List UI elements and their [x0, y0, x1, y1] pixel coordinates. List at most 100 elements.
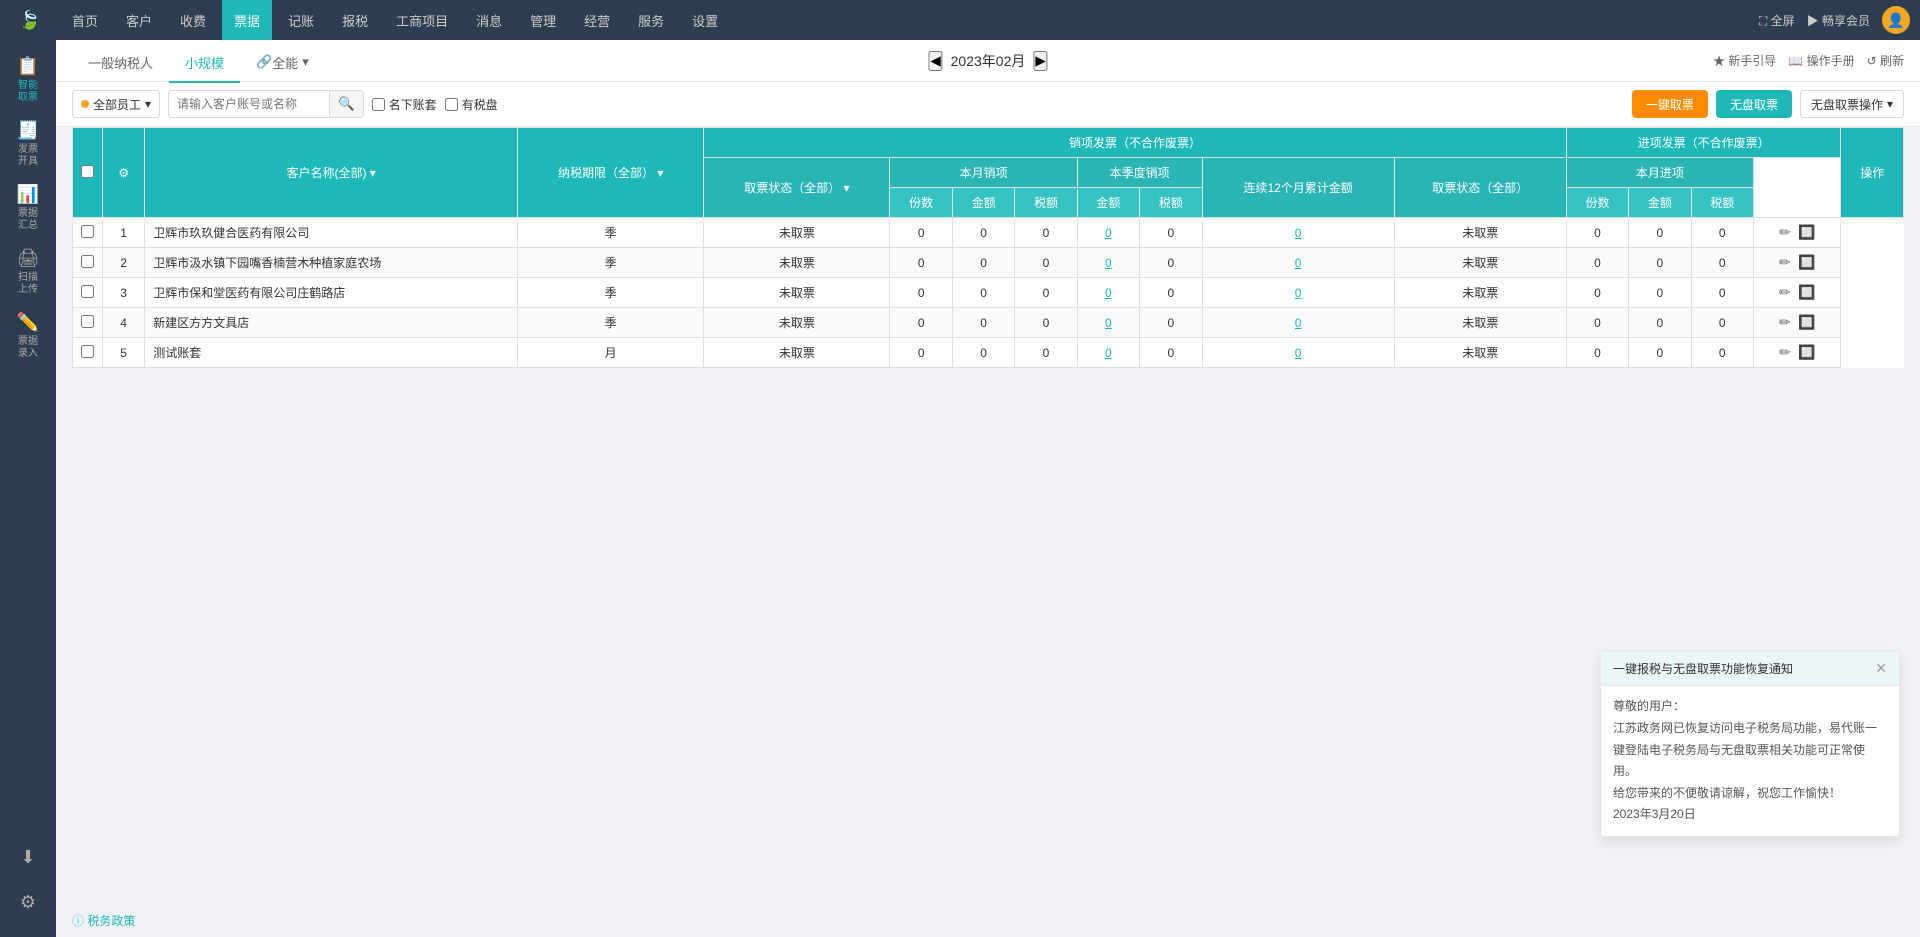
toolbar-row: 全部员工 ▾ 🔍 名下账套 有税盘 一键取票 无盘取票 无盘取票操作 ▾	[56, 82, 1920, 127]
row-period: 季	[518, 248, 704, 278]
member-btn[interactable]: ▶ 畅享会员	[1807, 12, 1870, 29]
row-num: 1	[103, 218, 145, 248]
col-monthly-purchase-amount: 金额	[1629, 188, 1691, 218]
notification-body: 尊敬的用户： 江苏政务网已恢复访问电子税务局功能，易代账一键登陆电子税务局与无盘…	[1601, 686, 1899, 836]
notification-title: 一键报税与无盘取票功能恢复通知	[1613, 660, 1793, 677]
check-tax-checkbox[interactable]	[445, 98, 458, 111]
sidebar-item-settings[interactable]: ⚙	[0, 884, 56, 921]
nav-tax[interactable]: 报税	[330, 0, 380, 40]
row-quarterly-sales-tax: 0	[1140, 278, 1202, 308]
chevron-down-icon: ▾	[302, 54, 309, 70]
search-button[interactable]: 🔍	[329, 91, 363, 117]
search-input[interactable]	[169, 97, 329, 111]
row-monthly-sales-count: 0	[890, 338, 952, 368]
download-icon: ⬇	[20, 847, 35, 868]
user-avatar[interactable]: 👤	[1882, 6, 1910, 34]
nav-operation[interactable]: 经营	[572, 0, 622, 40]
row-actions: ✏ 🔲	[1753, 308, 1841, 338]
check-tax-label[interactable]: 有税盘	[445, 96, 498, 113]
tax-policy-link[interactable]: 税务政策	[87, 914, 135, 928]
refresh-btn[interactable]: ↺ 刷新	[1867, 52, 1904, 69]
row-checkbox[interactable]	[81, 285, 94, 298]
tab-bar-right: ★ 新手引导 📖 操作手册 ↺ 刷新	[1697, 40, 1920, 81]
row-checkbox[interactable]	[81, 315, 94, 328]
view-icon[interactable]: 🔲	[1798, 284, 1815, 300]
fullscreen-btn[interactable]: ⛶ 全屏	[1759, 12, 1795, 29]
notification-close-button[interactable]: ✕	[1875, 660, 1887, 677]
row-purchase-status: 未取票	[1394, 308, 1566, 338]
top-nav: 🍃 首页 客户 收费 票据 记账 报税 工商项目 消息 管理 经营 服务 设置 …	[0, 0, 1920, 40]
notification-header: 一键报税与无盘取票功能恢复通知 ✕	[1601, 652, 1899, 686]
check-account-label[interactable]: 名下账套	[372, 96, 437, 113]
edit-icon[interactable]: ✏	[1779, 224, 1791, 240]
tab-general-taxpayer[interactable]: 一般纳税人	[72, 43, 169, 83]
edit-icon[interactable]: ✏	[1779, 284, 1791, 300]
col-quarterly-sales-amount: 金额	[1077, 188, 1139, 218]
nav-message[interactable]: 消息	[464, 0, 514, 40]
date-prev-btn[interactable]: ◀	[928, 51, 942, 71]
fetch-all-button[interactable]: 一键取票	[1632, 90, 1708, 118]
select-all-checkbox[interactable]	[81, 165, 94, 178]
no-disk-button[interactable]: 无盘取票	[1716, 90, 1792, 118]
row-actions: ✏ 🔲	[1753, 278, 1841, 308]
tab-small-scale[interactable]: 小规模	[169, 43, 240, 83]
nav-accounting[interactable]: 记账	[276, 0, 326, 40]
nav-settings[interactable]: 设置	[680, 0, 730, 40]
check-account-checkbox[interactable]	[372, 98, 385, 111]
sidebar-item-invoice-open[interactable]: 🧾 发票开具	[0, 112, 56, 176]
manual-btn[interactable]: 📖 操作手册	[1788, 52, 1854, 69]
nav-items: 首页 客户 收费 票据 记账 报税 工商项目 消息 管理 经营 服务 设置	[60, 0, 1759, 40]
sidebar-item-smart-ticket[interactable]: 📋 智能取票	[0, 48, 56, 112]
row-continuous: 0	[1202, 278, 1394, 308]
date-next-btn[interactable]: ▶	[1033, 51, 1047, 71]
view-icon[interactable]: 🔲	[1798, 314, 1815, 330]
row-purchase-status: 未取票	[1394, 218, 1566, 248]
smart-ticket-icon: 📋	[17, 56, 39, 77]
guide-btn[interactable]: ★ 新手引导	[1713, 52, 1776, 69]
no-disk-ops-button[interactable]: 无盘取票操作 ▾	[1800, 90, 1904, 118]
table-row: 5 测试账套 月 未取票 0 0 0 0 0 0 未取票 0 0 0 ✏ 🔲	[73, 338, 1904, 368]
sidebar-bottom: ⬇ ⚙	[0, 839, 56, 921]
view-icon[interactable]: 🔲	[1798, 224, 1815, 240]
sidebar-item-download[interactable]: ⬇	[0, 839, 56, 876]
sidebar-item-scan-upload[interactable]: 🖨 扫描上传	[0, 240, 56, 304]
subheader-monthly-purchase: 本月进项	[1566, 158, 1753, 188]
edit-icon[interactable]: ✏	[1779, 314, 1791, 330]
row-num: 4	[103, 308, 145, 338]
ticket-entry-icon: ✏️	[17, 312, 39, 333]
row-monthly-sales-tax: 0	[1015, 278, 1077, 308]
chevron-down-icon: ▾	[1887, 97, 1893, 111]
row-purchase-status: 未取票	[1394, 338, 1566, 368]
row-quarterly-sales-tax: 0	[1140, 338, 1202, 368]
table-row: 1 卫辉市玖玖健合医药有限公司 季 未取票 0 0 0 0 0 0 未取票 0 …	[73, 218, 1904, 248]
row-checkbox[interactable]	[81, 255, 94, 268]
tab-all[interactable]: 🔗 全能 ▾	[240, 43, 325, 83]
view-icon[interactable]: 🔲	[1798, 254, 1815, 270]
search-box: 🔍	[168, 90, 364, 118]
nav-customer[interactable]: 客户	[114, 0, 164, 40]
sidebar-item-invoice-summary[interactable]: 📊 票据汇总	[0, 176, 56, 240]
nav-fee[interactable]: 收费	[168, 0, 218, 40]
row-period: 季	[518, 278, 704, 308]
nav-service[interactable]: 服务	[626, 0, 676, 40]
row-continuous: 0	[1202, 248, 1394, 278]
nav-manage[interactable]: 管理	[518, 0, 568, 40]
col-action: 操作	[1841, 128, 1904, 218]
header-purchase: 进项发票（不合作废票）	[1566, 128, 1841, 158]
sidebar-item-ticket-entry[interactable]: ✏️ 票据录入	[0, 304, 56, 368]
view-icon[interactable]: 🔲	[1798, 344, 1815, 360]
nav-invoice[interactable]: 票据	[222, 0, 272, 40]
edit-icon[interactable]: ✏	[1779, 344, 1791, 360]
nav-business[interactable]: 工商项目	[384, 0, 460, 40]
employee-select[interactable]: 全部员工 ▾	[72, 90, 160, 118]
nav-right: ⛶ 全屏 ▶ 畅享会员 👤	[1759, 6, 1910, 34]
edit-icon[interactable]: ✏	[1779, 254, 1791, 270]
row-actions: ✏ 🔲	[1753, 218, 1841, 248]
row-client-name: 测试账套	[145, 338, 518, 368]
row-continuous: 0	[1202, 308, 1394, 338]
row-checkbox[interactable]	[81, 345, 94, 358]
row-checkbox[interactable]	[81, 225, 94, 238]
tab-bar-left: 一般纳税人 小规模 🔗 全能 ▾	[56, 40, 341, 81]
nav-home[interactable]: 首页	[60, 0, 110, 40]
notification-text-1: 尊敬的用户：	[1613, 696, 1887, 718]
